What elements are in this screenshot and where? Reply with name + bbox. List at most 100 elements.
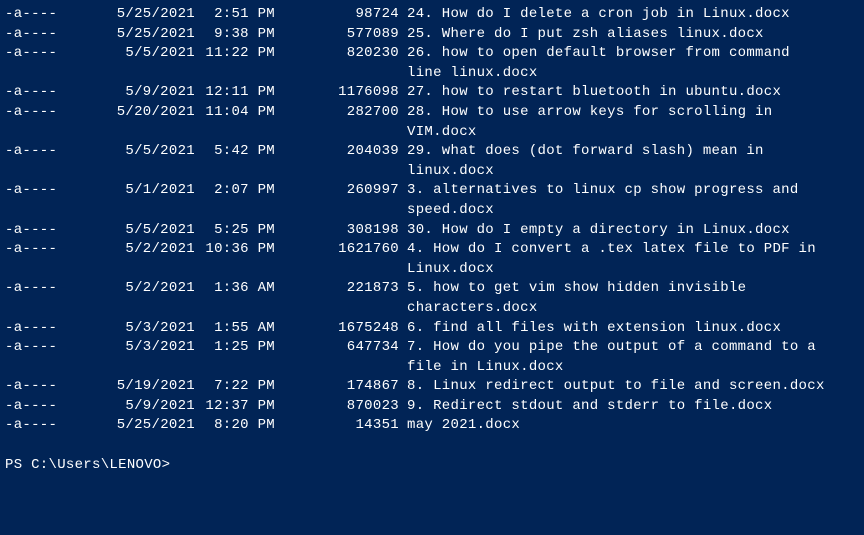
file-name: 7. How do you pipe the output of a comma… (405, 338, 859, 358)
file-mode: -a---- (5, 240, 105, 260)
file-name-continuation: Linux.docx (5, 260, 494, 280)
prompt-line[interactable]: PS C:\Users\LENOVO> (5, 456, 859, 476)
file-date: 5/25/2021 (105, 25, 195, 45)
file-row: -a----5/5/202111:22 PM82023026. how to o… (5, 44, 859, 64)
file-name: 5. how to get vim show hidden invisible (405, 279, 859, 299)
file-name-continuation: speed.docx (5, 201, 494, 221)
file-name: may 2021.docx (405, 416, 859, 436)
file-time: 2:51 PM (195, 5, 275, 25)
file-time: 1:25 PM (195, 338, 275, 358)
file-time: 12:11 PM (195, 83, 275, 103)
file-name-continuation: line linux.docx (5, 64, 538, 84)
file-size: 1621760 (275, 240, 405, 260)
file-time: 5:25 PM (195, 221, 275, 241)
file-date: 5/9/2021 (105, 397, 195, 417)
file-date: 5/3/2021 (105, 338, 195, 358)
file-name: 25. Where do I put zsh aliases linux.doc… (405, 25, 859, 45)
file-row-continuation: characters.docx (5, 299, 859, 319)
file-row: -a----5/9/202112:37 PM8700239. Redirect … (5, 397, 859, 417)
file-time: 9:38 PM (195, 25, 275, 45)
file-date: 5/5/2021 (105, 221, 195, 241)
file-row: -a----5/1/20212:07 PM2609973. alternativ… (5, 181, 859, 201)
file-row: -a----5/5/20215:25 PM30819830. How do I … (5, 221, 859, 241)
file-mode: -a---- (5, 319, 105, 339)
file-mode: -a---- (5, 338, 105, 358)
file-row: -a----5/3/20211:25 PM6477347. How do you… (5, 338, 859, 358)
file-row-continuation: linux.docx (5, 162, 859, 182)
file-name: 6. find all files with extension linux.d… (405, 319, 859, 339)
file-time: 7:22 PM (195, 377, 275, 397)
file-name: 29. what does (dot forward slash) mean i… (405, 142, 859, 162)
file-size: 870023 (275, 397, 405, 417)
file-date: 5/3/2021 (105, 319, 195, 339)
file-size: 204039 (275, 142, 405, 162)
file-mode: -a---- (5, 416, 105, 436)
file-size: 174867 (275, 377, 405, 397)
file-size: 260997 (275, 181, 405, 201)
file-mode: -a---- (5, 279, 105, 299)
file-time: 8:20 PM (195, 416, 275, 436)
file-row: -a----5/20/202111:04 PM28270028. How to … (5, 103, 859, 123)
file-row: -a----5/25/20212:51 PM9872424. How do I … (5, 5, 859, 25)
file-name-continuation: characters.docx (5, 299, 538, 319)
file-time: 1:36 AM (195, 279, 275, 299)
file-name: 27. how to restart bluetooth in ubuntu.d… (405, 83, 859, 103)
file-time: 10:36 PM (195, 240, 275, 260)
file-size: 282700 (275, 103, 405, 123)
file-date: 5/1/2021 (105, 181, 195, 201)
file-name-continuation: VIM.docx (5, 123, 477, 143)
file-mode: -a---- (5, 377, 105, 397)
file-time: 5:42 PM (195, 142, 275, 162)
file-row: -a----5/9/202112:11 PM117609827. how to … (5, 83, 859, 103)
file-date: 5/5/2021 (105, 44, 195, 64)
file-size: 1675248 (275, 319, 405, 339)
file-row: -a----5/5/20215:42 PM20403929. what does… (5, 142, 859, 162)
file-row: -a----5/25/20218:20 PM14351may 2021.docx (5, 416, 859, 436)
file-time: 12:37 PM (195, 397, 275, 417)
file-name: 8. Linux redirect output to file and scr… (405, 377, 859, 397)
file-name: 24. How do I delete a cron job in Linux.… (405, 5, 859, 25)
file-name: 3. alternatives to linux cp show progres… (405, 181, 859, 201)
file-mode: -a---- (5, 181, 105, 201)
file-size: 308198 (275, 221, 405, 241)
file-size: 1176098 (275, 83, 405, 103)
file-row: -a----5/25/20219:38 PM57708925. Where do… (5, 25, 859, 45)
file-mode: -a---- (5, 103, 105, 123)
file-date: 5/9/2021 (105, 83, 195, 103)
file-date: 5/19/2021 (105, 377, 195, 397)
file-time: 2:07 PM (195, 181, 275, 201)
file-time: 11:04 PM (195, 103, 275, 123)
file-row-continuation: Linux.docx (5, 260, 859, 280)
file-row-continuation: line linux.docx (5, 64, 859, 84)
file-size: 820230 (275, 44, 405, 64)
prompt-text: PS C:\Users\LENOVO> (5, 457, 170, 473)
file-row: -a----5/2/20211:36 AM2218735. how to get… (5, 279, 859, 299)
file-row: -a----5/3/20211:55 AM16752486. find all … (5, 319, 859, 339)
file-date: 5/25/2021 (105, 416, 195, 436)
file-name: 9. Redirect stdout and stderr to file.do… (405, 397, 859, 417)
file-name: 4. How do I convert a .tex latex file to… (405, 240, 859, 260)
file-time: 1:55 AM (195, 319, 275, 339)
file-date: 5/2/2021 (105, 279, 195, 299)
file-name: 26. how to open default browser from com… (405, 44, 859, 64)
file-name-continuation: file in Linux.docx (5, 358, 564, 378)
file-mode: -a---- (5, 83, 105, 103)
file-row: -a----5/19/20217:22 PM1748678. Linux red… (5, 377, 859, 397)
file-name: 28. How to use arrow keys for scrolling … (405, 103, 859, 123)
file-date: 5/20/2021 (105, 103, 195, 123)
file-date: 5/2/2021 (105, 240, 195, 260)
file-row-continuation: VIM.docx (5, 123, 859, 143)
file-mode: -a---- (5, 142, 105, 162)
file-name: 30. How do I empty a directory in Linux.… (405, 221, 859, 241)
file-mode: -a---- (5, 25, 105, 45)
file-size: 98724 (275, 5, 405, 25)
file-mode: -a---- (5, 44, 105, 64)
file-mode: -a---- (5, 397, 105, 417)
cursor-icon (172, 459, 180, 473)
file-mode: -a---- (5, 221, 105, 241)
file-date: 5/25/2021 (105, 5, 195, 25)
file-size: 647734 (275, 338, 405, 358)
file-row: -a----5/2/202110:36 PM16217604. How do I… (5, 240, 859, 260)
file-mode: -a---- (5, 5, 105, 25)
file-row-continuation: file in Linux.docx (5, 358, 859, 378)
